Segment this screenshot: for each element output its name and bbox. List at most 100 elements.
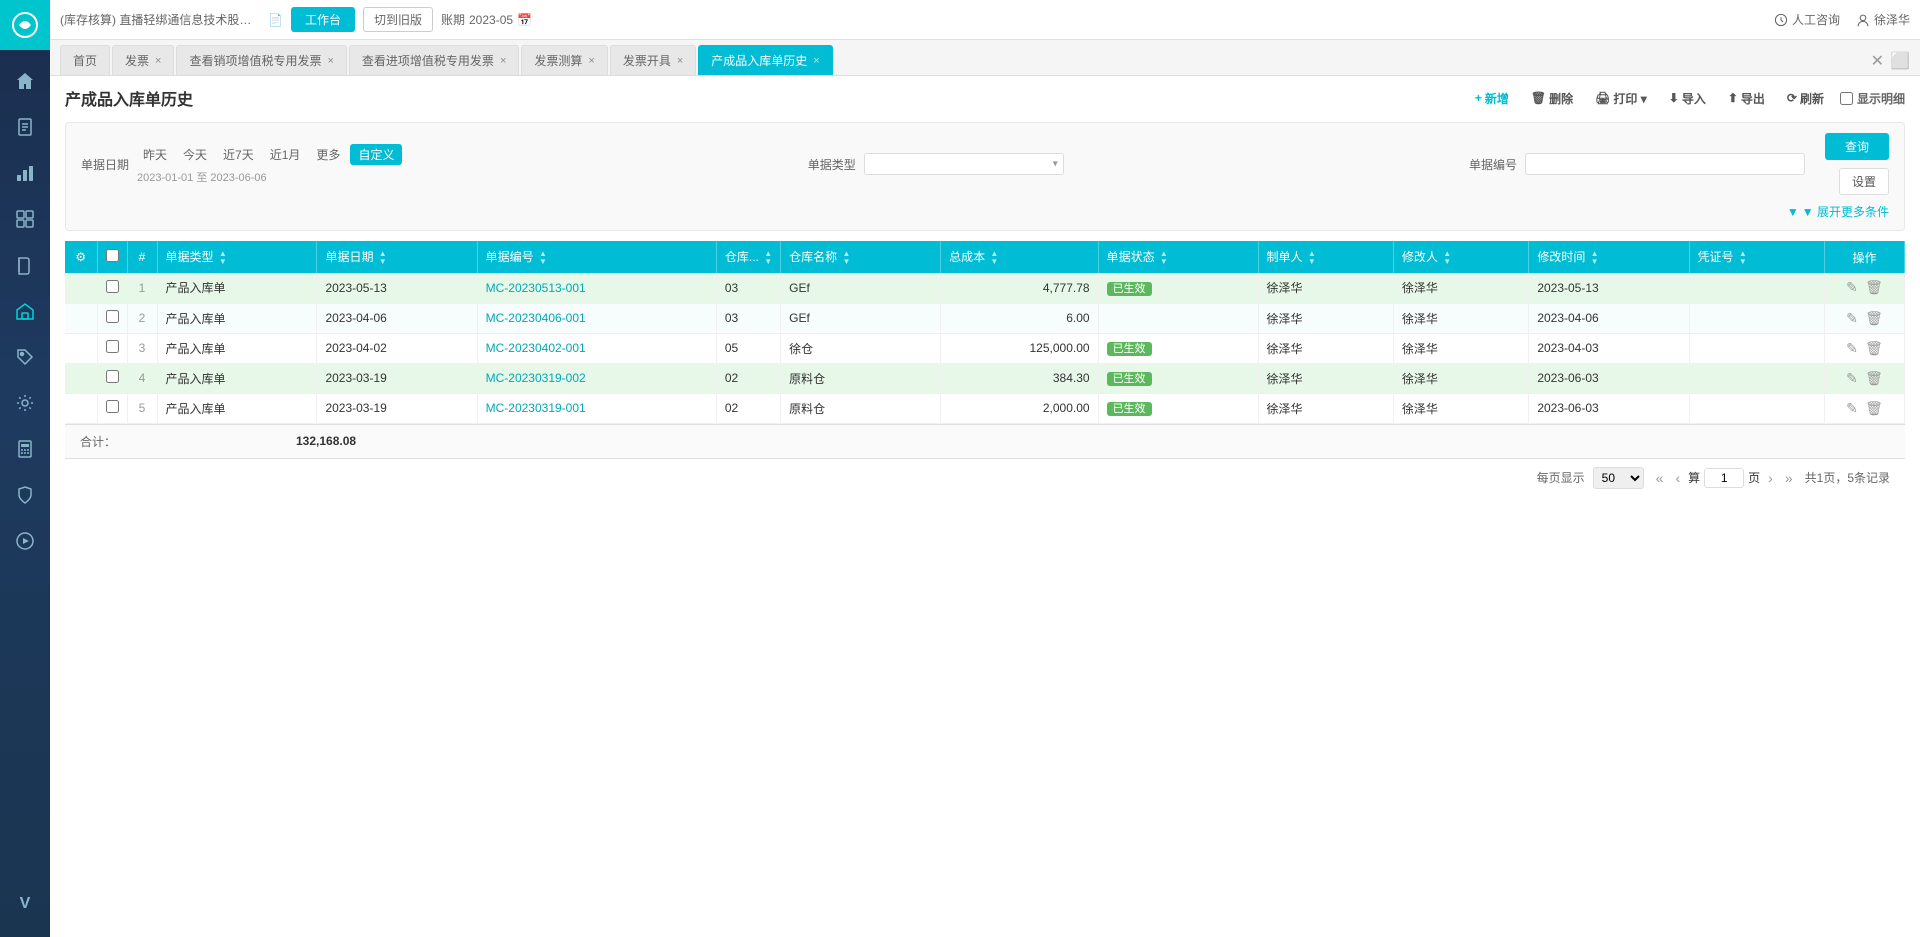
tab-check-sales-vat-close[interactable]: × [327, 55, 333, 67]
col-doc-no[interactable]: 单据编号 ▲▼ [477, 241, 716, 273]
doc-no-link[interactable]: MC-20230402-001 [486, 341, 586, 355]
doc-no-link[interactable]: MC-20230406-001 [486, 311, 586, 325]
next-page-button[interactable]: › [1764, 468, 1777, 488]
doc-icon[interactable]: 📄 [268, 13, 283, 27]
delete-button[interactable]: 🗑 删除 [1525, 87, 1579, 110]
tab-invoice[interactable]: 发票 × [112, 45, 174, 75]
old-version-button[interactable]: 切到旧版 [363, 7, 433, 32]
tab-maximize[interactable]: ⬜ [1890, 51, 1910, 71]
col-creator[interactable]: 制单人 ▲▼ [1258, 241, 1393, 273]
row-edit-icon[interactable]: ✎ [1846, 340, 1858, 356]
date-btn-more[interactable]: 更多 [310, 144, 346, 165]
col-doc-date[interactable]: 单据日期 ▲▼ [317, 241, 477, 273]
col-warehouse-name[interactable]: 仓库名称 ▲▼ [781, 241, 941, 273]
import-button[interactable]: ⬇ 导入 [1663, 87, 1712, 110]
doc-type-label: 单据类型 [808, 156, 856, 173]
user-avatar[interactable]: 徐泽华 [1856, 11, 1910, 28]
row-edit-icon[interactable]: ✎ [1846, 310, 1858, 326]
tab-home[interactable]: 首页 [60, 45, 110, 75]
row-edit-icon[interactable]: ✎ [1846, 400, 1858, 416]
export-button[interactable]: ⬆ 导出 [1722, 87, 1771, 110]
row-checkbox[interactable] [106, 310, 119, 323]
col-modify-time[interactable]: 修改时间 ▲▼ [1529, 241, 1689, 273]
sidebar-item-settings-gear[interactable] [0, 380, 50, 426]
per-page-select[interactable]: 20 50 100 [1593, 467, 1644, 489]
col-total-cost[interactable]: 总成本 ▲▼ [941, 241, 1098, 273]
date-quick-btns: 昨天 今天 近7天 近1月 更多 自定义 [137, 144, 402, 165]
date-btn-today[interactable]: 今天 [177, 144, 213, 165]
display-cols-checkbox[interactable] [1840, 92, 1853, 105]
tab-invoice-calc-close[interactable]: × [588, 55, 594, 67]
doc-no-link[interactable]: MC-20230319-002 [486, 371, 586, 385]
col-settings[interactable]: ⚙ [65, 241, 97, 273]
date-btn-custom[interactable]: 自定义 [350, 144, 402, 165]
date-btn-7days[interactable]: 近7天 [217, 144, 260, 165]
row-delete-icon[interactable]: 🗑 [1865, 340, 1883, 356]
sidebar-item-play[interactable] [0, 518, 50, 564]
workspace-button[interactable]: 工作台 [291, 7, 355, 32]
sidebar-item-book[interactable] [0, 242, 50, 288]
col-warehouse-code[interactable]: 仓库... ▲▼ [716, 241, 780, 273]
col-doc-type[interactable]: 单据类型 ▲▼ [157, 241, 317, 273]
total-label: 合计： [80, 433, 116, 450]
date-btn-1month[interactable]: 近1月 [264, 144, 307, 165]
row-checkbox[interactable] [106, 400, 119, 413]
sidebar-item-document[interactable] [0, 104, 50, 150]
sidebar-item-home[interactable] [0, 58, 50, 104]
doc-no-link[interactable]: MC-20230319-001 [486, 401, 586, 415]
query-button[interactable]: 查询 [1825, 133, 1889, 160]
row-checkbox[interactable] [106, 280, 119, 293]
row-delete-icon[interactable]: 🗑 [1865, 370, 1883, 386]
tab-invoice-close[interactable]: × [155, 55, 161, 67]
sidebar-item-chart[interactable] [0, 150, 50, 196]
doc-type-select[interactable]: 产品入库单 [864, 153, 1064, 175]
sidebar-item-v[interactable]: V [0, 881, 50, 927]
sidebar-item-grid[interactable] [0, 196, 50, 242]
row-checkbox[interactable] [106, 340, 119, 353]
tab-invoice-issue-close[interactable]: × [677, 55, 683, 67]
sidebar-item-warehouse[interactable] [0, 288, 50, 334]
tab-product-instock-history[interactable]: 产成品入库单历史 × [698, 45, 832, 75]
last-page-button[interactable]: » [1781, 468, 1797, 488]
row-delete-icon[interactable]: 🗑 [1865, 400, 1883, 416]
row-delete-icon[interactable]: 🗑 [1865, 310, 1883, 326]
col-voucher-no[interactable]: 凭证号 ▲▼ [1689, 241, 1825, 273]
filter-actions: 查询 设置 [1825, 133, 1889, 195]
tab-close-all[interactable]: ✕ [1871, 51, 1884, 71]
date-btn-yesterday[interactable]: 昨天 [137, 144, 173, 165]
tab-check-sales-vat[interactable]: 查看销项增值税专用发票 × [176, 45, 346, 75]
doc-no-input[interactable] [1525, 153, 1805, 175]
tab-invoice-issue[interactable]: 发票开具 × [610, 45, 696, 75]
print-button[interactable]: 🖨 打印 ▾ [1589, 87, 1653, 110]
doc-type-select-wrapper: 产品入库单 [864, 153, 1064, 175]
col-doc-status[interactable]: 单据状态 ▲▼ [1098, 241, 1258, 273]
doc-no-link[interactable]: MC-20230513-001 [486, 281, 586, 295]
app-logo[interactable] [0, 0, 50, 50]
cell-creator: 徐泽华 [1258, 363, 1393, 393]
setting-button[interactable]: 设置 [1839, 168, 1889, 195]
calendar-icon[interactable]: 📅 [517, 13, 532, 27]
refresh-button[interactable]: ⟳ 刷新 [1781, 87, 1830, 110]
tab-invoice-calc[interactable]: 发票测算 × [521, 45, 607, 75]
user-service[interactable]: 人工咨询 [1774, 11, 1840, 28]
expand-conditions-button[interactable]: ▼ ▼ 展开更多条件 [1787, 203, 1889, 220]
first-page-button[interactable]: « [1652, 468, 1668, 488]
display-cols-toggle[interactable]: 显示明细 [1840, 90, 1905, 107]
page-number-input[interactable] [1704, 468, 1744, 488]
new-button[interactable]: + 新增 [1469, 87, 1515, 110]
sidebar-item-calculator[interactable] [0, 426, 50, 472]
select-all-checkbox[interactable] [106, 249, 119, 262]
row-delete-icon[interactable]: 🗑 [1865, 279, 1883, 295]
col-modifier[interactable]: 修改人 ▲▼ [1393, 241, 1528, 273]
prev-page-button[interactable]: ‹ [1671, 468, 1684, 488]
table-footer: 合计： 132,168.08 [65, 424, 1905, 458]
sidebar-item-shield[interactable] [0, 472, 50, 518]
tab-product-instock-history-close[interactable]: × [813, 55, 819, 67]
sidebar-item-tag[interactable] [0, 334, 50, 380]
row-edit-icon[interactable]: ✎ [1846, 279, 1858, 295]
table-row: 4 产品入库单 2023-03-19 MC-20230319-002 02 原料… [65, 363, 1905, 393]
tab-check-purchase-vat-close[interactable]: × [500, 55, 506, 67]
row-checkbox[interactable] [106, 370, 119, 383]
row-edit-icon[interactable]: ✎ [1846, 370, 1858, 386]
tab-check-purchase-vat[interactable]: 查看进项增值税专用发票 × [349, 45, 519, 75]
